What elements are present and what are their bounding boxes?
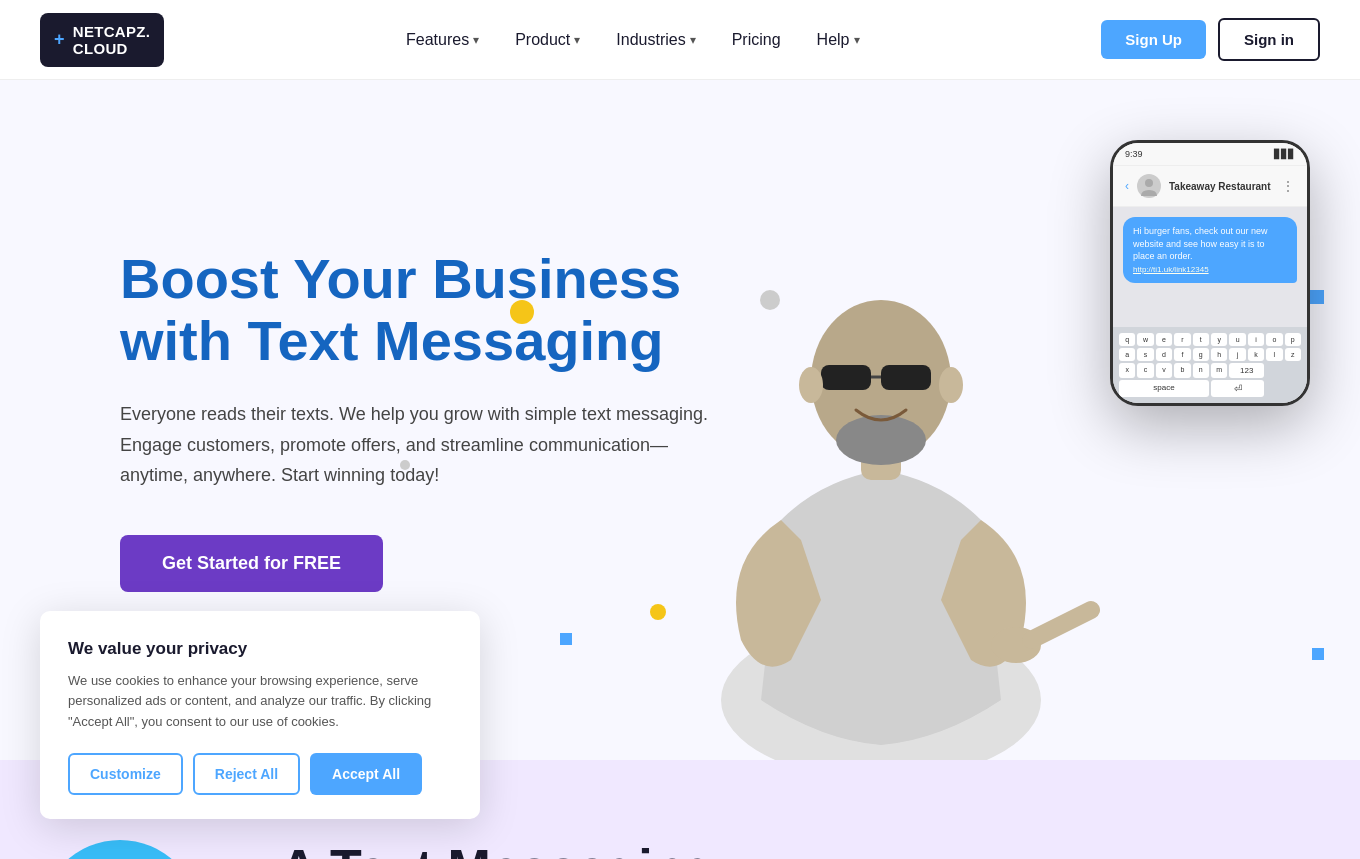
key: d xyxy=(1156,348,1172,361)
nav-links: Features ▾ Product ▾ Industries ▾ Pricin… xyxy=(392,23,873,57)
chevron-down-icon: ▾ xyxy=(473,33,479,47)
section2-avatar-area xyxy=(40,840,200,859)
key: e xyxy=(1156,333,1172,346)
key: n xyxy=(1193,363,1209,378)
key: b xyxy=(1174,363,1190,378)
key: w xyxy=(1137,333,1153,346)
key: 123 xyxy=(1229,363,1264,378)
chevron-down-icon: ▾ xyxy=(690,33,696,47)
logo[interactable]: + NETCAPZ.CLOUD xyxy=(40,13,164,67)
nav-actions: Sign Up Sign in xyxy=(1101,18,1320,61)
signin-button[interactable]: Sign in xyxy=(1218,18,1320,61)
svg-point-9 xyxy=(939,367,963,403)
key: z xyxy=(1285,348,1301,361)
section2-title: A Text Messaging xyxy=(280,840,1320,859)
nav-item-features[interactable]: Features ▾ xyxy=(392,23,493,57)
hero-title: Boost Your Business with Text Messaging xyxy=(120,248,708,371)
key: o xyxy=(1266,333,1282,346)
nav-item-help[interactable]: Help ▾ xyxy=(803,23,874,57)
key: v xyxy=(1156,363,1172,378)
cookie-title: We value your privacy xyxy=(68,639,452,659)
nav-item-product[interactable]: Product ▾ xyxy=(501,23,594,57)
svg-point-10 xyxy=(1145,179,1153,187)
key: y xyxy=(1211,333,1227,346)
phone-chat-body: Hi burger fans, check out our new websit… xyxy=(1113,207,1307,327)
chat-link: http://ti1.uk/link12345 xyxy=(1133,265,1209,274)
chat-message: Hi burger fans, check out our new websit… xyxy=(1123,217,1297,283)
phone-chat-header: ‹ Takeaway Restaurant ⋮ xyxy=(1113,166,1307,207)
hero-image: 9:39 ▊▊▊ ‹ Takeaway Restaurant ⋮ xyxy=(653,80,1360,760)
key: g xyxy=(1193,348,1209,361)
nav-item-pricing[interactable]: Pricing xyxy=(718,23,795,57)
hero-content: Boost Your Business with Text Messaging … xyxy=(0,168,748,672)
cookie-buttons: Customize Reject All Accept All xyxy=(68,753,452,795)
nav-item-industries[interactable]: Industries ▾ xyxy=(602,23,709,57)
more-icon: ⋮ xyxy=(1281,178,1295,194)
key: t xyxy=(1193,333,1209,346)
hero-cta-button[interactable]: Get Started for FREE xyxy=(120,535,383,592)
cookie-text: We use cookies to enhance your browsing … xyxy=(68,671,452,733)
chevron-down-icon: ▾ xyxy=(854,33,860,47)
navbar: + NETCAPZ.CLOUD Features ▾ Product ▾ Ind… xyxy=(0,0,1360,80)
key: m xyxy=(1211,363,1227,378)
hero-subtitle: Everyone reads their texts. We help you … xyxy=(120,399,708,491)
key: k xyxy=(1248,348,1264,361)
phone-avatar xyxy=(1137,174,1161,198)
key: j xyxy=(1229,348,1245,361)
svg-point-8 xyxy=(799,367,823,403)
key: f xyxy=(1174,348,1190,361)
chevron-down-icon: ▾ xyxy=(574,33,580,47)
key: c xyxy=(1137,363,1153,378)
svg-rect-4 xyxy=(881,365,931,390)
cookie-customize-button[interactable]: Customize xyxy=(68,753,183,795)
cookie-reject-button[interactable]: Reject All xyxy=(193,753,300,795)
key: l xyxy=(1266,348,1282,361)
phone-keyboard: q w e r t y u i o p a s d f g h j xyxy=(1113,327,1307,403)
key: i xyxy=(1248,333,1264,346)
svg-point-6 xyxy=(836,415,926,465)
cookie-accept-button[interactable]: Accept All xyxy=(310,753,422,795)
section2-text: A Text Messaging xyxy=(280,840,1320,859)
phone-contact-name: Takeaway Restaurant xyxy=(1169,181,1271,192)
back-icon: ‹ xyxy=(1125,179,1129,193)
signup-button[interactable]: Sign Up xyxy=(1101,20,1206,59)
cookie-banner: We value your privacy We use cookies to … xyxy=(40,611,480,819)
key: s xyxy=(1137,348,1153,361)
phone-status-bar: 9:39 ▊▊▊ xyxy=(1113,143,1307,166)
logo-text: NETCAPZ.CLOUD xyxy=(73,23,150,57)
key: h xyxy=(1211,348,1227,361)
logo-plus: + xyxy=(54,29,65,50)
key: a xyxy=(1119,348,1135,361)
avatar-circle xyxy=(40,840,200,859)
key: ⏎ xyxy=(1211,380,1264,397)
key: p xyxy=(1285,333,1301,346)
key: x xyxy=(1119,363,1135,378)
key: space xyxy=(1119,380,1209,397)
svg-rect-3 xyxy=(821,365,871,390)
phone-mockup: 9:39 ▊▊▊ ‹ Takeaway Restaurant ⋮ xyxy=(1110,140,1310,406)
key: r xyxy=(1174,333,1190,346)
key: q xyxy=(1119,333,1135,346)
key: u xyxy=(1229,333,1245,346)
